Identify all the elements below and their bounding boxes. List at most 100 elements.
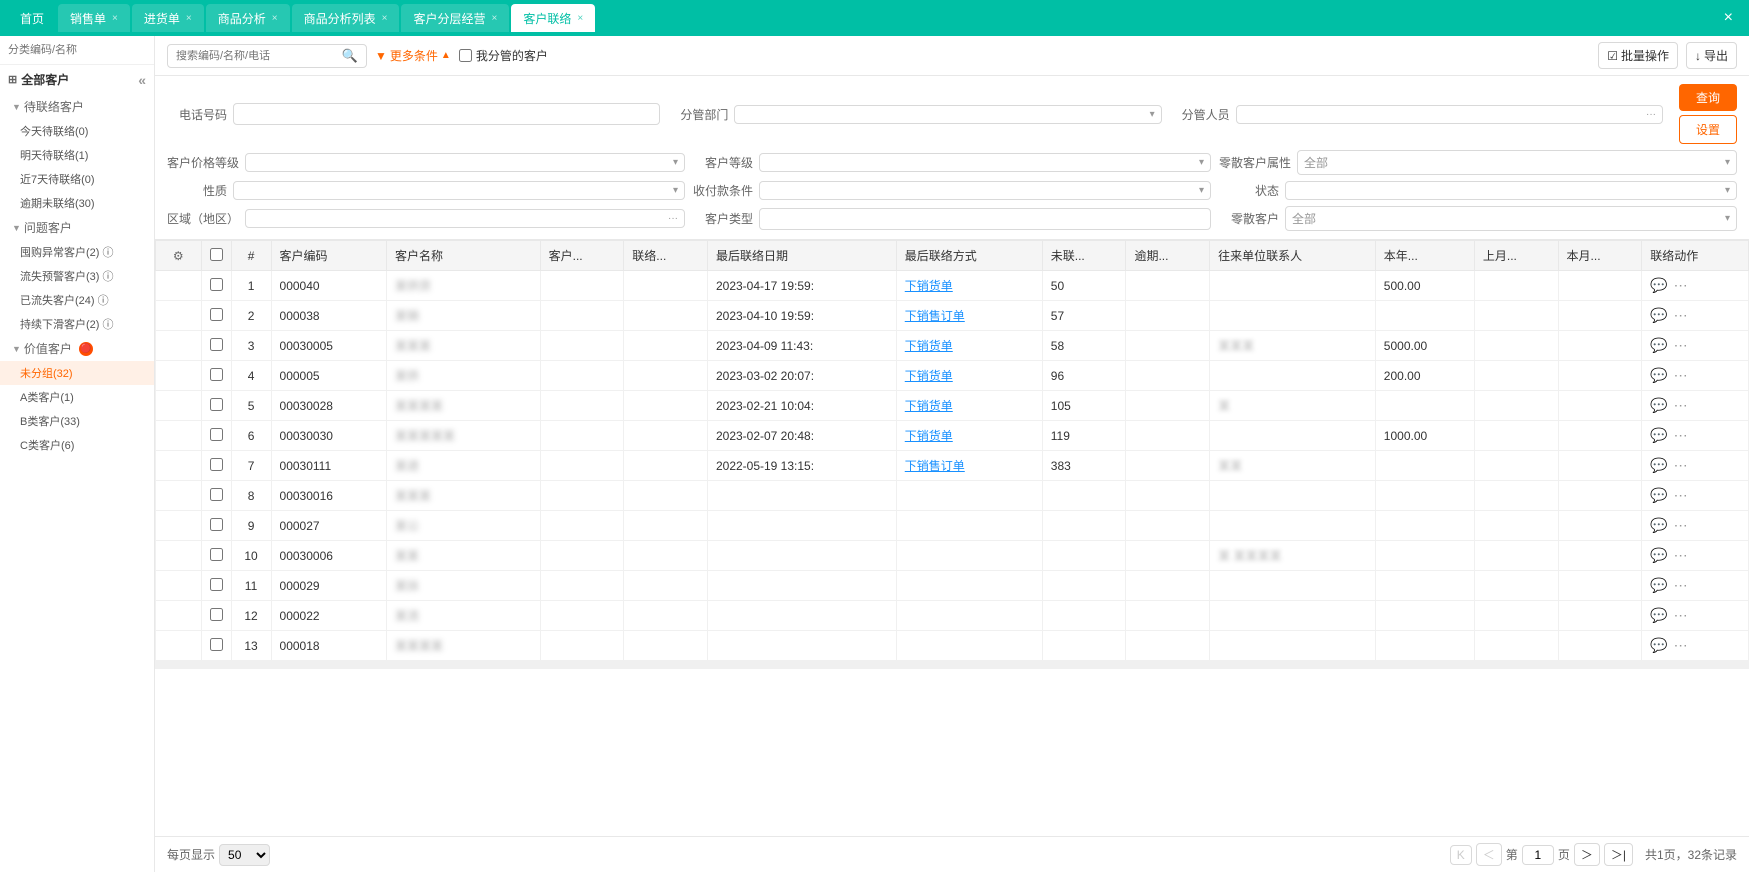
first-page-btn[interactable]: K [1450,845,1472,865]
region-select[interactable]: ··· [245,209,685,228]
nav-tab-analysis[interactable]: 商品分析 × [206,4,290,32]
last-page-btn[interactable]: ＞| [1604,843,1633,866]
row-checkbox-cell[interactable] [201,421,231,451]
sidebar-item-declining[interactable]: 持续下滑客户(2) ⓘ [0,312,154,336]
row-checkbox[interactable] [210,518,223,531]
group-value-customers[interactable]: ▼ 价值客户 🔴 [0,336,154,361]
close-all-tabs-icon[interactable]: × [1716,9,1741,27]
filter-search-box[interactable]: 🔍 [167,44,367,68]
row-checkbox[interactable] [210,638,223,651]
nature-select[interactable]: ▾ [233,181,685,200]
row-last-method-link[interactable]: 下销货单 [905,339,953,353]
row-checkbox-cell[interactable] [201,451,231,481]
page-number-input[interactable] [1522,845,1554,865]
chat-icon[interactable]: 💬 [1650,457,1667,474]
chat-icon[interactable]: 💬 [1650,637,1667,654]
row-checkbox[interactable] [210,368,223,381]
sparse-select[interactable]: 全部 ▾ [1285,206,1737,231]
sidebar-item-class-b[interactable]: B类客户(33) [0,409,154,433]
filter-search-icon[interactable]: 🔍 [342,48,358,64]
chat-icon[interactable]: 💬 [1650,427,1667,444]
nav-tab-analysis-list[interactable]: 商品分析列表 × [292,4,400,32]
nav-tab-customer-contact[interactable]: 客户联络 × [511,4,595,32]
chat-icon[interactable]: 💬 [1650,577,1667,594]
row-checkbox-cell[interactable] [201,361,231,391]
status-select[interactable]: ▾ [1285,181,1737,200]
row-last-method-link[interactable]: 下销售订单 [905,309,965,323]
row-checkbox-cell[interactable] [201,331,231,361]
chat-icon[interactable]: 💬 [1650,547,1667,564]
close-tab-analysis-icon[interactable]: × [272,13,278,24]
sidebar-item-tomorrow[interactable]: 明天待联络(1) [0,143,154,167]
nav-tab-customer-segment[interactable]: 客户分层经营 × [401,4,509,32]
menu-icon[interactable]: ⋯ [1674,307,1688,324]
close-tab-customer-segment-icon[interactable]: × [491,13,497,24]
row-checkbox[interactable] [210,278,223,291]
menu-icon[interactable]: ⋯ [1674,397,1688,414]
row-checkbox-cell[interactable] [201,541,231,571]
close-tab-analysis-list-icon[interactable]: × [382,13,388,24]
row-checkbox-cell[interactable] [201,481,231,511]
row-last-method-link[interactable]: 下销货单 [905,399,953,413]
group-problem-customers[interactable]: ▼ 问题客户 [0,215,154,240]
row-checkbox-cell[interactable] [201,271,231,301]
col-checkbox-header[interactable] [201,241,231,271]
row-checkbox[interactable] [210,578,223,591]
menu-icon[interactable]: ⋯ [1674,637,1688,654]
sidebar-collapse-btn[interactable]: « [138,72,146,88]
page-size-select[interactable]: 50 100 200 [219,844,270,866]
chat-icon[interactable]: 💬 [1650,277,1667,294]
menu-icon[interactable]: ⋯ [1674,457,1688,474]
sidebar-item-churned[interactable]: 已流失客户(24) ⓘ [0,288,154,312]
chat-icon[interactable]: 💬 [1650,337,1667,354]
row-last-method-link[interactable]: 下销货单 [905,429,953,443]
row-last-method-link[interactable]: 下销售订单 [905,459,965,473]
sidebar-item-today[interactable]: 今天待联络(0) [0,119,154,143]
row-checkbox[interactable] [210,458,223,471]
menu-icon[interactable]: ⋯ [1674,607,1688,624]
menu-icon[interactable]: ⋯ [1674,517,1688,534]
person-select[interactable]: ··· [1236,105,1663,124]
sidebar-item-churn-warning[interactable]: 流失预警客户(3) ⓘ [0,264,154,288]
row-checkbox[interactable] [210,338,223,351]
select-all-checkbox[interactable] [210,248,223,261]
price-level-select[interactable]: ▾ [245,153,685,172]
export-btn[interactable]: ↓ 导出 [1686,42,1737,69]
my-customers-checkbox-label[interactable]: 我分管的客户 [459,47,548,64]
chat-icon[interactable]: 💬 [1650,307,1667,324]
menu-icon[interactable]: ⋯ [1674,427,1688,444]
phone-input[interactable] [233,103,660,125]
close-tab-customer-contact-icon[interactable]: × [577,13,583,24]
nav-tab-sales[interactable]: 销售单 × [58,4,130,32]
chat-icon[interactable]: 💬 [1650,367,1667,384]
next-page-btn[interactable]: ＞ [1574,843,1600,866]
sidebar-search-box[interactable]: 🔍 [0,36,154,65]
customer-level-select[interactable]: ▾ [759,153,1211,172]
dept-select[interactable]: ▾ [734,105,1161,124]
filter-more-conditions-btn[interactable]: ▼ 更多条件 ▲ [375,47,451,64]
row-checkbox[interactable] [210,488,223,501]
chat-icon[interactable]: 💬 [1650,487,1667,504]
menu-icon[interactable]: ⋯ [1674,577,1688,594]
menu-icon[interactable]: ⋯ [1674,547,1688,564]
query-btn[interactable]: 查询 [1679,84,1737,111]
row-checkbox-cell[interactable] [201,631,231,661]
chat-icon[interactable]: 💬 [1650,517,1667,534]
sidebar-item-unclassified[interactable]: 未分组(32) [0,361,154,385]
row-checkbox[interactable] [210,608,223,621]
row-checkbox[interactable] [210,428,223,441]
customer-type-input[interactable] [759,208,1211,230]
row-checkbox[interactable] [210,548,223,561]
menu-icon[interactable]: ⋯ [1674,277,1688,294]
prev-page-btn[interactable]: ＜ [1476,843,1502,866]
close-tab-purchase-icon[interactable]: × [186,13,192,24]
sidebar-item-7days[interactable]: 近7天待联络(0) [0,167,154,191]
row-checkbox-cell[interactable] [201,571,231,601]
row-checkbox-cell[interactable] [201,301,231,331]
row-checkbox-cell[interactable] [201,511,231,541]
group-pending-contact[interactable]: ▼ 待联络客户 [0,94,154,119]
filter-search-input[interactable] [176,50,338,62]
nav-home[interactable]: 首页 [8,10,56,27]
batch-operation-btn[interactable]: ☑ 批量操作 [1598,42,1678,69]
payment-select[interactable]: ▾ [759,181,1211,200]
